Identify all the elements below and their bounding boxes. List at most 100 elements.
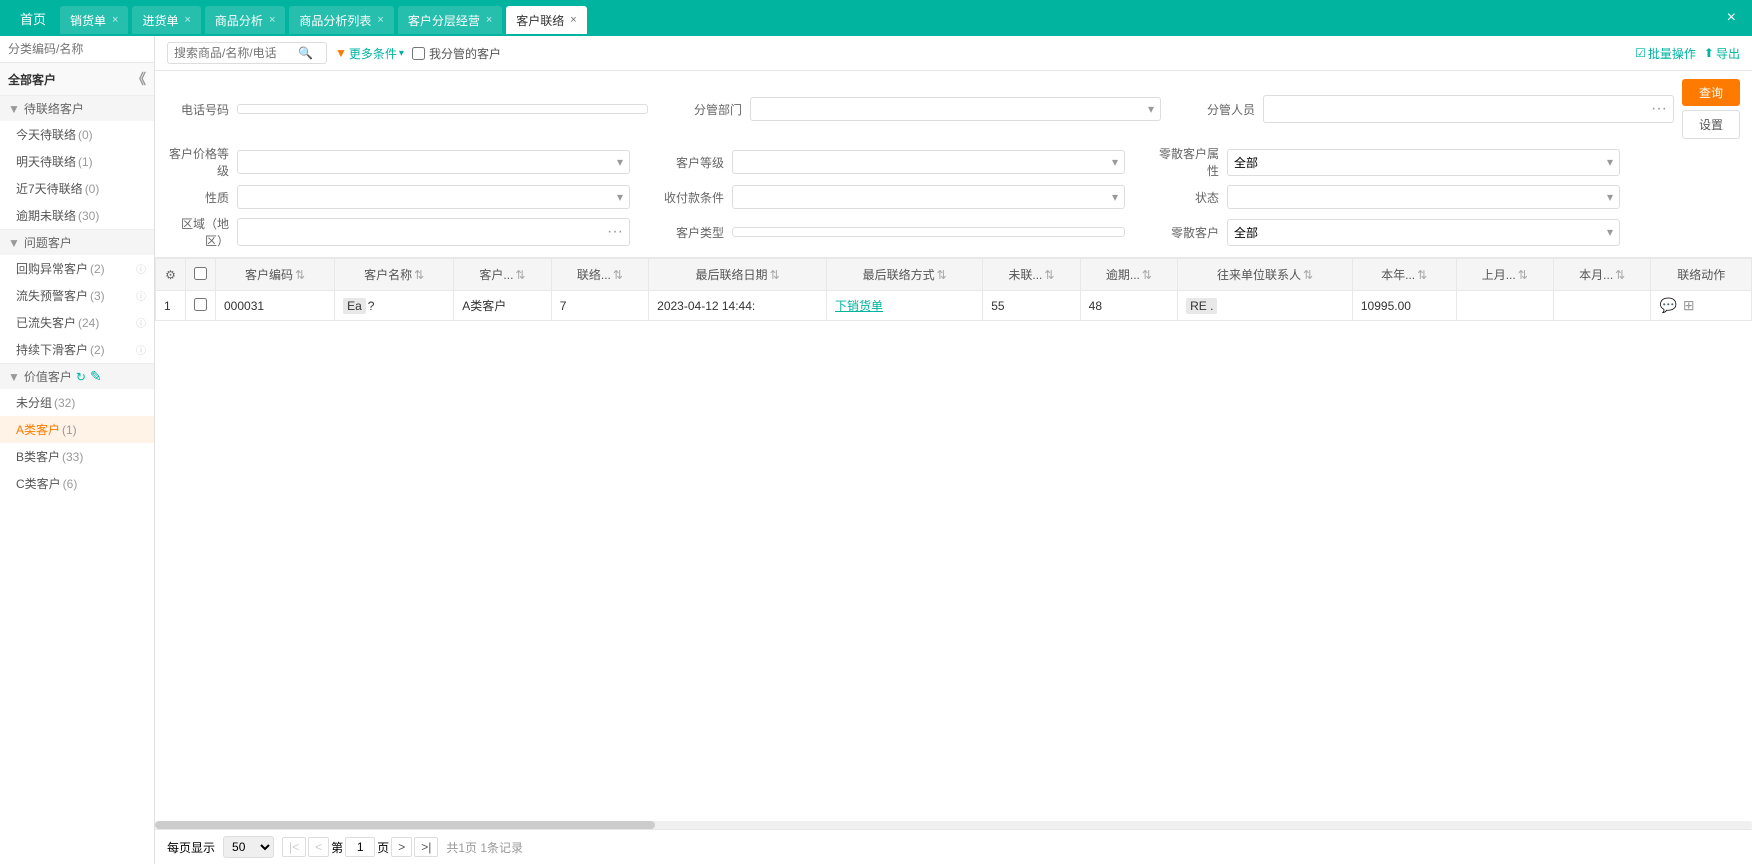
section-pending[interactable]: ▼ 待联络客户 <box>0 95 154 121</box>
filter-more-btn[interactable]: ▼ 更多条件 ▾ <box>335 45 404 62</box>
query-button[interactable]: 查询 <box>1682 79 1740 106</box>
my-customers-filter[interactable]: 我分管的客户 <box>412 45 501 62</box>
close-all-tabs[interactable]: × <box>1719 9 1744 27</box>
info-icon2[interactable]: ⓘ <box>136 288 146 303</box>
th-checkbox[interactable] <box>186 259 216 291</box>
select-all-checkbox[interactable] <box>194 267 207 280</box>
refresh-icon[interactable]: ↻ <box>76 370 86 384</box>
td-action[interactable]: 💬 ⊞ <box>1651 291 1752 321</box>
price-level-input[interactable]: ▾ <box>237 150 630 174</box>
sort-lmonth-icon[interactable]: ⇅ <box>1518 268 1528 282</box>
section-problem[interactable]: ▼ 问题客户 <box>0 229 154 255</box>
pagination: |< < 第 页 > >| <box>282 837 438 857</box>
nav-tab-sales[interactable]: 销货单 × <box>60 6 128 34</box>
sidebar-item-overdue[interactable]: 逾期未联络(30) <box>0 202 154 229</box>
row-checkbox[interactable] <box>194 298 207 311</box>
customer-type-label: 客户类型 <box>662 224 732 241</box>
filter-cell-status: 状态 ▾ <box>1157 185 1620 209</box>
sort-month-icon[interactable]: ⇅ <box>1615 268 1625 282</box>
retail-customer-input[interactable]: 全部 ▾ <box>1227 219 1620 246</box>
sidebar-item-today[interactable]: 今天待联络(0) <box>0 121 154 148</box>
close-tab-analysis-list[interactable]: × <box>377 14 383 26</box>
sidebar-item-class-a[interactable]: A类客户(1) <box>0 416 154 443</box>
sort-level-icon[interactable]: ⇅ <box>515 268 525 282</box>
info-icon3[interactable]: ⓘ <box>136 315 146 330</box>
close-tab-customer-contact[interactable]: × <box>570 14 576 26</box>
sort-date-icon[interactable]: ⇅ <box>770 268 780 282</box>
nav-tab-purchase[interactable]: 进货单 × <box>132 6 200 34</box>
phone-input[interactable] <box>237 104 648 114</box>
sidebar-item-ungrouped[interactable]: 未分组(32) <box>0 389 154 416</box>
dept-input[interactable]: ▾ <box>750 97 1161 121</box>
close-tab-sales[interactable]: × <box>112 14 118 26</box>
my-customers-label: 我分管的客户 <box>429 45 501 62</box>
nav-tab-customer-segment[interactable]: 客户分层经营 × <box>398 6 502 34</box>
search-icon[interactable]: 🔍 <box>298 46 313 60</box>
gear-icon[interactable]: ⚙ <box>165 268 176 282</box>
nav-home[interactable]: 首页 <box>8 0 58 36</box>
sidebar-item-class-b[interactable]: B类客户(33) <box>0 443 154 470</box>
th-gear[interactable]: ⚙ <box>156 259 186 291</box>
last-page-btn[interactable]: >| <box>414 837 438 857</box>
td-last-method[interactable]: 下销货单 <box>827 291 983 321</box>
setting-button[interactable]: 设置 <box>1682 110 1740 139</box>
chevron-down-icon: ▾ <box>399 48 404 59</box>
edit-icon[interactable]: ✎ <box>90 368 102 385</box>
sort-unit-icon[interactable]: ⇅ <box>1303 268 1313 282</box>
chat-icon[interactable]: 💬 <box>1659 297 1676 314</box>
page-size-select[interactable]: 50 100 200 <box>223 836 274 858</box>
customer-level-input[interactable]: ▾ <box>732 150 1125 174</box>
horizontal-scrollbar[interactable] <box>155 821 1752 829</box>
sort-code-icon[interactable]: ⇅ <box>295 268 305 282</box>
nav-tab-analysis[interactable]: 商品分析 × <box>205 6 285 34</box>
dots-icon[interactable]: ··· <box>1651 100 1667 118</box>
nature-input[interactable]: ▾ <box>237 185 630 209</box>
region-dots-icon[interactable]: ··· <box>607 223 623 241</box>
nav-tab-analysis-list[interactable]: 商品分析列表 × <box>289 6 393 34</box>
sidebar-item-repurchase-abnormal[interactable]: 回购异常客户(2)ⓘ <box>0 255 154 282</box>
payment-input[interactable]: ▾ <box>732 185 1125 209</box>
nav-tab-customer-contact[interactable]: 客户联络 × <box>506 6 586 34</box>
sidebar-item-churn-warning[interactable]: 流失预警客户(3)ⓘ <box>0 282 154 309</box>
prev-page-btn[interactable]: < <box>308 837 329 857</box>
sidebar-search-input[interactable] <box>8 42 155 56</box>
retail-attr-input[interactable]: 全部 ▾ <box>1227 149 1620 176</box>
section-value[interactable]: ▼ 价值客户 ↻ ✎ <box>0 363 154 389</box>
close-tab-analysis[interactable]: × <box>269 14 275 26</box>
sidebar-item-tomorrow[interactable]: 明天待联络(1) <box>0 148 154 175</box>
sidebar-item-class-c[interactable]: C类客户(6) <box>0 470 154 497</box>
region-input[interactable]: ··· <box>237 218 630 246</box>
info-icon1[interactable]: ⓘ <box>136 261 146 276</box>
sidebar-item-7days[interactable]: 近7天待联络(0) <box>0 175 154 202</box>
info-icon4[interactable]: ⓘ <box>136 342 146 357</box>
sort-overdue-icon[interactable]: ⇅ <box>1142 268 1152 282</box>
close-tab-purchase[interactable]: × <box>184 14 190 26</box>
sort-name-icon[interactable]: ⇅ <box>414 268 424 282</box>
page-number-input[interactable] <box>345 837 375 857</box>
caret-down-icon7: ▾ <box>1607 190 1613 204</box>
customer-type-input[interactable] <box>732 227 1125 237</box>
batch-op-btn[interactable]: ☑ 批量操作 <box>1635 45 1696 62</box>
export-btn[interactable]: ⬆ 导出 <box>1704 45 1740 62</box>
status-input[interactable]: ▾ <box>1227 185 1620 209</box>
sort-year-icon[interactable]: ⇅ <box>1417 268 1427 282</box>
first-page-btn[interactable]: |< <box>282 837 306 857</box>
next-page-btn[interactable]: > <box>391 837 412 857</box>
close-tab-customer-segment[interactable]: × <box>486 14 492 26</box>
sidebar-collapse-icon[interactable]: 《 <box>132 69 146 89</box>
grid-icon[interactable]: ⊞ <box>1683 297 1695 314</box>
dept-label: 分管部门 <box>680 101 750 118</box>
sort-contact-icon[interactable]: ⇅ <box>613 268 623 282</box>
sidebar-item-churned[interactable]: 已流失客户(24)ⓘ <box>0 309 154 336</box>
sidebar-item-declining[interactable]: 持续下滑客户(2)ⓘ <box>0 336 154 363</box>
scrollbar-thumb[interactable] <box>155 821 655 829</box>
sort-not-contacted-icon[interactable]: ⇅ <box>1044 268 1054 282</box>
sort-method-icon[interactable]: ⇅ <box>937 268 947 282</box>
my-customers-checkbox[interactable] <box>412 47 425 60</box>
export-icon: ⬆ <box>1704 46 1714 60</box>
search-input[interactable] <box>174 46 294 60</box>
last-method-link[interactable]: 下销货单 <box>835 299 883 313</box>
td-checkbox[interactable] <box>186 291 216 321</box>
sidebar-all-customers[interactable]: 全部客户 《 <box>0 63 154 95</box>
person-input[interactable]: ··· <box>1263 95 1674 123</box>
